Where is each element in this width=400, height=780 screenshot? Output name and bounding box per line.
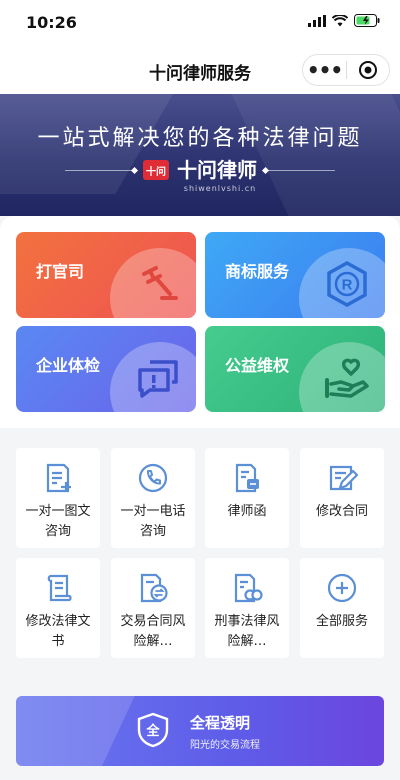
card-label: 打官司 [36,262,85,281]
service-item-phone-consult[interactable]: 一对一电话咨询 [111,448,195,548]
service-label: 全部服务 [315,614,368,629]
nav-bar: 十问律师服务 ••• [0,44,400,94]
contract-exchange-icon [140,573,168,603]
service-item-edit-legal-doc[interactable]: 修改法律文书 [16,558,100,658]
transparency-banner[interactable]: 全 全程透明 阳光的交易流程 [16,696,384,766]
wifi-icon [332,14,348,26]
heart-hand-icon [325,358,369,398]
signal-icon [308,14,326,27]
more-menu-button[interactable]: ••• [303,55,346,85]
banner-subtitle: 阳光的交易流程 [190,740,260,751]
service-item-lawyer-letter[interactable]: 律师函 [205,448,289,548]
service-grid: 一对一图文咨询 一对一电话咨询 律师函 修改合同 修改法律文书 交易合同风险解…… [0,428,400,680]
logo-text: 十问律师 [177,158,257,182]
target-close-icon [358,61,377,79]
card-label: 商标服务 [225,262,290,281]
mini-program-capsule: ••• [302,54,390,86]
service-item-edit-contract[interactable]: 修改合同 [300,448,384,548]
shield-icon: 全 [137,712,169,748]
service-label: 交易合同风险解… [120,614,186,649]
service-label: 一对一图文咨询 [25,504,91,539]
service-item-trade-contract-risk[interactable]: 交易合同风险解… [111,558,195,658]
card-enterprise-checkup[interactable]: 企业体检 [16,326,196,412]
gavel-icon [142,266,178,300]
card-public-welfare[interactable]: 公益维权 [205,326,385,412]
main-service-cards: 打官司 商标服务 R 企业体检 公益维权 [0,216,400,428]
service-label: 律师函 [227,504,267,519]
chat-alert-icon [138,360,178,398]
service-item-all-services[interactable]: 全部服务 [300,558,384,658]
close-button[interactable] [347,60,389,80]
criminal-law-icon [234,573,263,603]
lawyer-letter-icon [235,463,259,493]
service-label: 刑事法律风险解… [214,614,280,649]
scroll-icon [47,574,72,602]
svg-text:全: 全 [145,723,160,739]
banner-title: 全程透明 [190,714,251,732]
service-item-criminal-law-risk[interactable]: 刑事法律风险解… [205,558,289,658]
hero-banner[interactable]: 一站式解决您的各种法律问题 十问 十问律师 shiwenlvshi.cn [0,94,400,216]
plus-circle-icon [327,573,357,603]
status-time: 10:26 [26,13,77,32]
card-trademark[interactable]: 商标服务 R [205,232,385,318]
status-icons [308,14,380,27]
card-label: 公益维权 [225,356,290,375]
svg-text:R: R [342,277,353,294]
registered-trademark-icon: R [327,260,367,308]
phone-icon [138,463,168,493]
banner-slogan: 一站式解决您的各种法律问题 [37,126,363,151]
banner-logo: 十问 十问律师 [0,160,400,180]
card-lawsuit[interactable]: 打官司 [16,232,196,318]
logo-mark: 十问 [143,160,169,180]
logo-domain: shiwenlvshi.cn [183,184,257,193]
battery-icon [354,14,380,27]
service-label: 一对一电话咨询 [120,504,186,539]
document-add-icon [46,463,71,493]
service-label: 修改法律文书 [25,614,91,649]
status-bar: 10:26 [0,0,400,44]
edit-contract-icon [329,465,358,491]
service-label: 修改合同 [315,504,368,519]
service-item-text-consult[interactable]: 一对一图文咨询 [16,448,100,548]
card-label: 企业体检 [36,356,101,375]
